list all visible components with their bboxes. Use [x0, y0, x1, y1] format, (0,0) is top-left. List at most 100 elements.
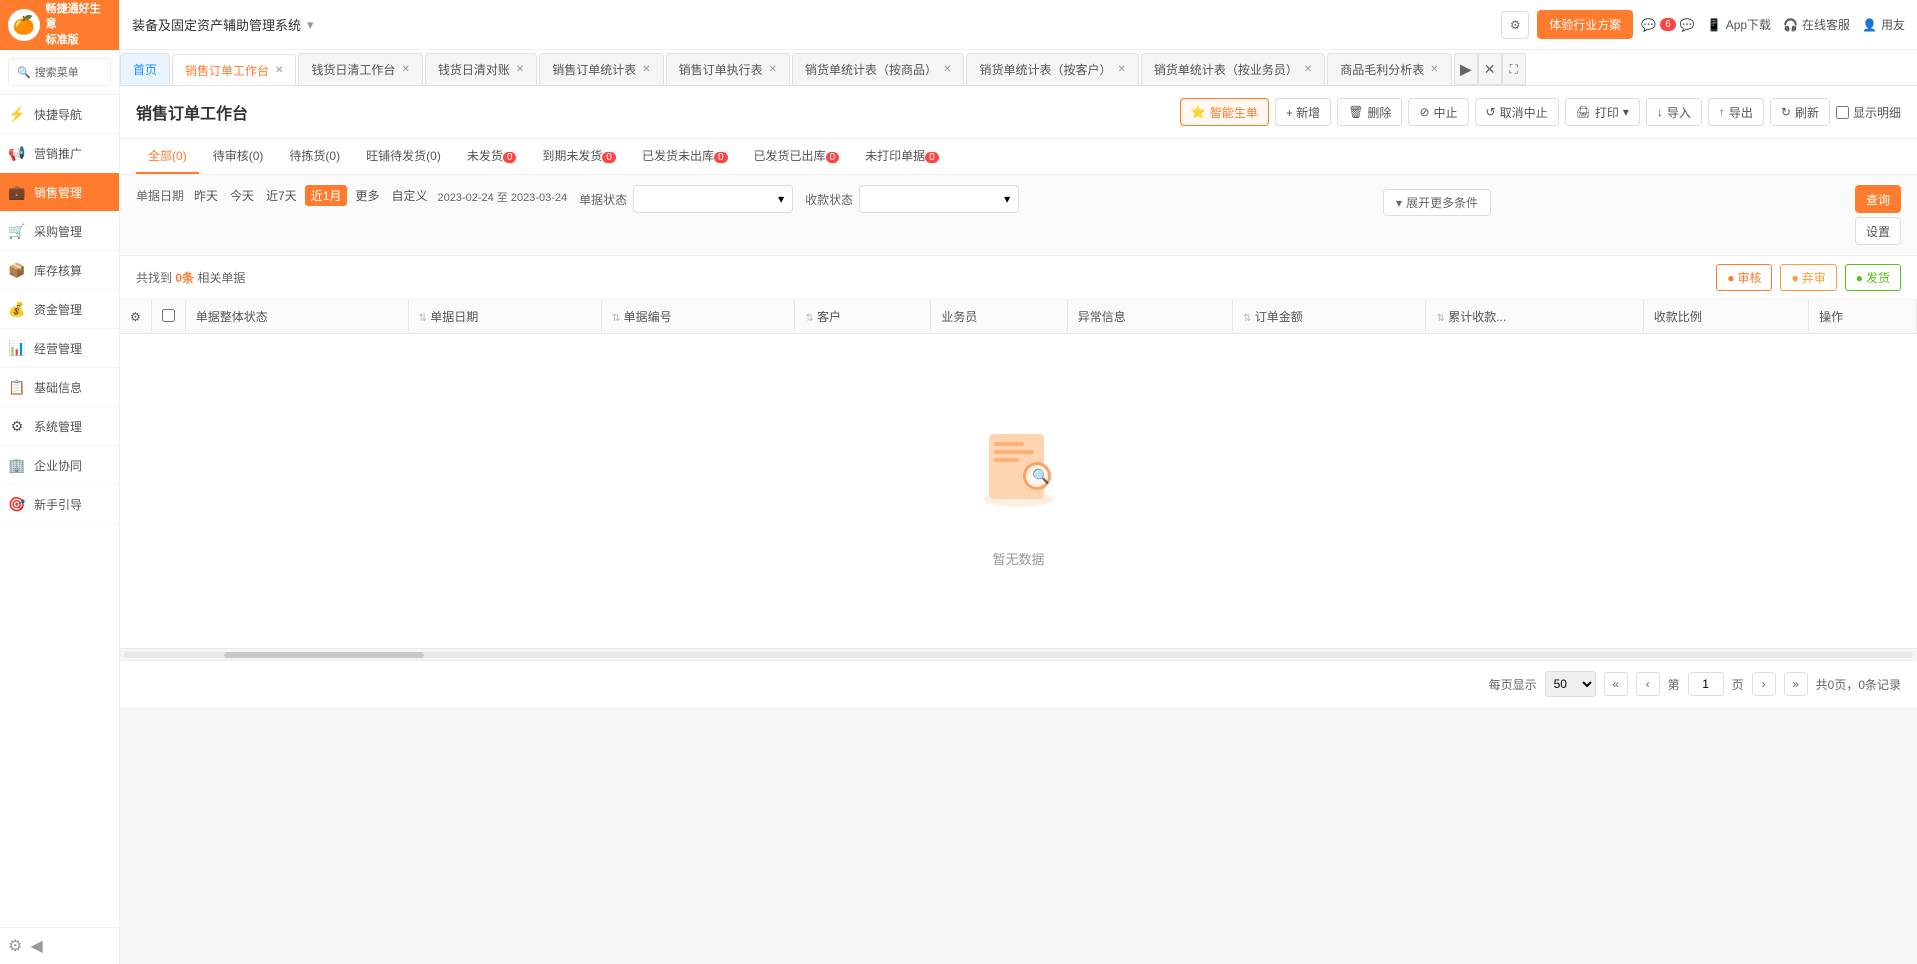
filter-settings-button[interactable]: 设置 [1855, 217, 1901, 245]
app-download-btn[interactable]: 📱 App下载 [1707, 16, 1771, 33]
tab-cashier-reconcile[interactable]: 钱货日清对账 ✕ [425, 53, 537, 85]
sub-tab-not-shipped[interactable]: 未发货0 [455, 139, 529, 174]
sidebar-item-guide[interactable]: 🎯 新手引导 [0, 485, 119, 524]
sidebar-item-system[interactable]: ⚙ 系统管理 [0, 407, 119, 446]
tab-cashier-daily[interactable]: 钱货日清工作台 ✕ [298, 53, 422, 85]
tabs-scroll-right[interactable]: ▶ [1454, 53, 1478, 85]
tabs-close-all[interactable]: ✕ [1478, 53, 1502, 85]
horizontal-scrollbar[interactable] [120, 648, 1917, 660]
tabs-maximize[interactable]: ⛶ [1502, 53, 1526, 85]
sub-tab-all[interactable]: 全部(0) [136, 139, 199, 174]
sidebar-item-finance[interactable]: 💰 资金管理 [0, 290, 119, 329]
tab-consign-stat-staff[interactable]: 销货单统计表（按业务员） ✕ [1141, 53, 1325, 85]
collected-sort[interactable]: ⇅ [1436, 313, 1444, 324]
tab-close-consign-staff[interactable]: ✕ [1304, 64, 1312, 75]
unaudit-btn[interactable]: ● 弃审 [1780, 264, 1836, 291]
sub-tab-shipped-not-out[interactable]: 已发货未出库0 [630, 139, 740, 174]
tab-close-consign-customer[interactable]: ✕ [1117, 64, 1125, 75]
page-header: 销售订单工作台 ⭐ 智能生单 + 新增 🗑 删除 ⊘ 中止 [120, 86, 1917, 139]
last-page-btn[interactable]: » [1784, 672, 1808, 696]
sub-tab-pending-inspect[interactable]: 待拣货(0) [277, 139, 352, 174]
select-all-checkbox[interactable] [162, 309, 175, 322]
sidebar-item-base-info[interactable]: 📋 基础信息 [0, 368, 119, 407]
date-option-1month[interactable]: 近1月 [305, 185, 348, 206]
next-page-btn[interactable]: › [1752, 672, 1776, 696]
sidebar-collapse-icon[interactable]: ◀ [30, 936, 42, 956]
date-option-today[interactable]: 今天 [226, 185, 258, 206]
topbar-dropdown-arrow[interactable]: ▾ [307, 17, 314, 33]
payment-select-arrow: ▾ [1004, 192, 1010, 206]
export-button[interactable]: ↑ 导出 [1708, 98, 1764, 126]
tab-close-margin[interactable]: ✕ [1430, 64, 1438, 75]
sub-tab-not-printed[interactable]: 未打印单据0 [853, 139, 951, 174]
topbar-settings-btn[interactable]: ⚙ [1501, 11, 1529, 39]
date-option-7days[interactable]: 近7天 [262, 185, 301, 206]
svg-text:🔍: 🔍 [1032, 467, 1049, 485]
sidebar-item-quick-nav[interactable]: ⚡ 快捷导航 [0, 95, 119, 134]
sub-tab-overdue[interactable]: 到期未发货0 [530, 139, 628, 174]
import-button[interactable]: ↓ 导入 [1646, 98, 1702, 126]
tab-margin-analysis[interactable]: 商品毛利分析表 ✕ [1327, 53, 1451, 85]
tab-close-sales-exec[interactable]: ✕ [769, 64, 777, 75]
user-menu-btn[interactable]: 👤 用友 [1862, 16, 1905, 33]
expand-filter-button[interactable]: ▾ 展开更多条件 [1383, 189, 1491, 216]
col-checkbox[interactable] [151, 300, 185, 334]
date-option-custom[interactable]: 自定义 [387, 185, 431, 206]
customer-sort[interactable]: ⇅ [805, 313, 813, 324]
tab-sales-stat[interactable]: 销售订单统计表 ✕ [539, 53, 663, 85]
sidebar-settings-icon[interactable]: ⚙ [8, 936, 22, 956]
date-option-yesterday[interactable]: 昨天 [190, 185, 222, 206]
prev-page-btn[interactable]: ‹ [1636, 672, 1660, 696]
add-button[interactable]: + 新增 [1275, 98, 1331, 126]
sidebar-item-enterprise[interactable]: 🏢 企业协同 [0, 446, 119, 485]
col-staff: 业务员 [931, 300, 1068, 334]
import-icon: ↓ [1657, 105, 1663, 119]
sidebar-item-marketing[interactable]: 📢 营销推广 [0, 134, 119, 173]
solution-button[interactable]: 体验行业方案 [1537, 10, 1633, 39]
refresh-button[interactable]: ↻ 刷新 [1770, 98, 1830, 126]
tab-close-sales-stat[interactable]: ✕ [642, 64, 650, 75]
date-option-more[interactable]: 更多 [351, 185, 383, 206]
scroll-thumb[interactable] [224, 652, 424, 658]
tab-home[interactable]: 首页 [120, 53, 170, 85]
ship-btn[interactable]: ● 发货 [1845, 264, 1901, 291]
tab-close-sales-workbench[interactable]: ✕ [275, 65, 283, 76]
amount-sort[interactable]: ⇅ [1243, 313, 1251, 324]
tab-close-cashier-reconcile[interactable]: ✕ [516, 64, 524, 75]
sidebar-item-operations[interactable]: 📊 经营管理 [0, 329, 119, 368]
query-button[interactable]: 查询 [1855, 185, 1901, 213]
page-number-input[interactable] [1688, 672, 1724, 696]
shipped-not-out-badge: 0 [714, 152, 728, 163]
print-dropdown-arrow[interactable]: ▾ [1623, 105, 1629, 119]
cancel-stop-button[interactable]: ↺ 取消中止 [1475, 98, 1559, 126]
smart-order-button[interactable]: ⭐ 智能生单 [1180, 98, 1269, 126]
inventory-icon: 📦 [8, 261, 26, 279]
delete-button[interactable]: 🗑 删除 [1337, 98, 1402, 126]
first-page-btn[interactable]: « [1604, 672, 1628, 696]
sub-tab-wangpu[interactable]: 旺铺待发货(0) [354, 139, 453, 174]
payment-select[interactable]: ▾ [859, 185, 1019, 213]
status-select[interactable]: ▾ [633, 185, 793, 213]
tab-close-cashier-daily[interactable]: ✕ [401, 64, 409, 75]
sidebar-item-purchase[interactable]: 🛒 采购管理 [0, 212, 119, 251]
audit-btn[interactable]: ● 审核 [1716, 264, 1772, 291]
tab-close-consign-product[interactable]: ✕ [943, 64, 951, 75]
sidebar-item-sales[interactable]: 💼 销售管理 [0, 173, 119, 212]
print-button[interactable]: 🖨 打印 ▾ [1565, 98, 1640, 126]
tab-sales-exec[interactable]: 销售订单执行表 ✕ [666, 53, 790, 85]
online-service-btn[interactable]: 🎧 在线客服 [1783, 16, 1850, 33]
sub-tab-pending-review[interactable]: 待审核(0) [201, 139, 276, 174]
tab-consign-stat-product[interactable]: 销货单统计表（按商品） ✕ [792, 53, 964, 85]
col-settings[interactable]: ⚙ [120, 300, 151, 334]
number-sort[interactable]: ⇅ [612, 313, 620, 324]
stop-button[interactable]: ⊘ 中止 [1408, 98, 1468, 126]
search-menu-button[interactable]: 🔍 搜索菜单 [8, 58, 111, 86]
tab-sales-workbench[interactable]: 销售订单工作台 ✕ [172, 54, 296, 86]
date-sort[interactable]: ⇅ [419, 313, 427, 324]
page-size-select[interactable]: 10 20 50 100 [1545, 671, 1596, 697]
tab-consign-stat-customer[interactable]: 销货单统计表（按客户） ✕ [966, 53, 1138, 85]
message-btn[interactable]: 💬 6 💬 [1641, 18, 1694, 32]
show-detail-checkbox[interactable] [1836, 106, 1849, 119]
sidebar-item-inventory[interactable]: 📦 库存核算 [0, 251, 119, 290]
sub-tab-shipped-out[interactable]: 已发货已出库0 [742, 139, 852, 174]
